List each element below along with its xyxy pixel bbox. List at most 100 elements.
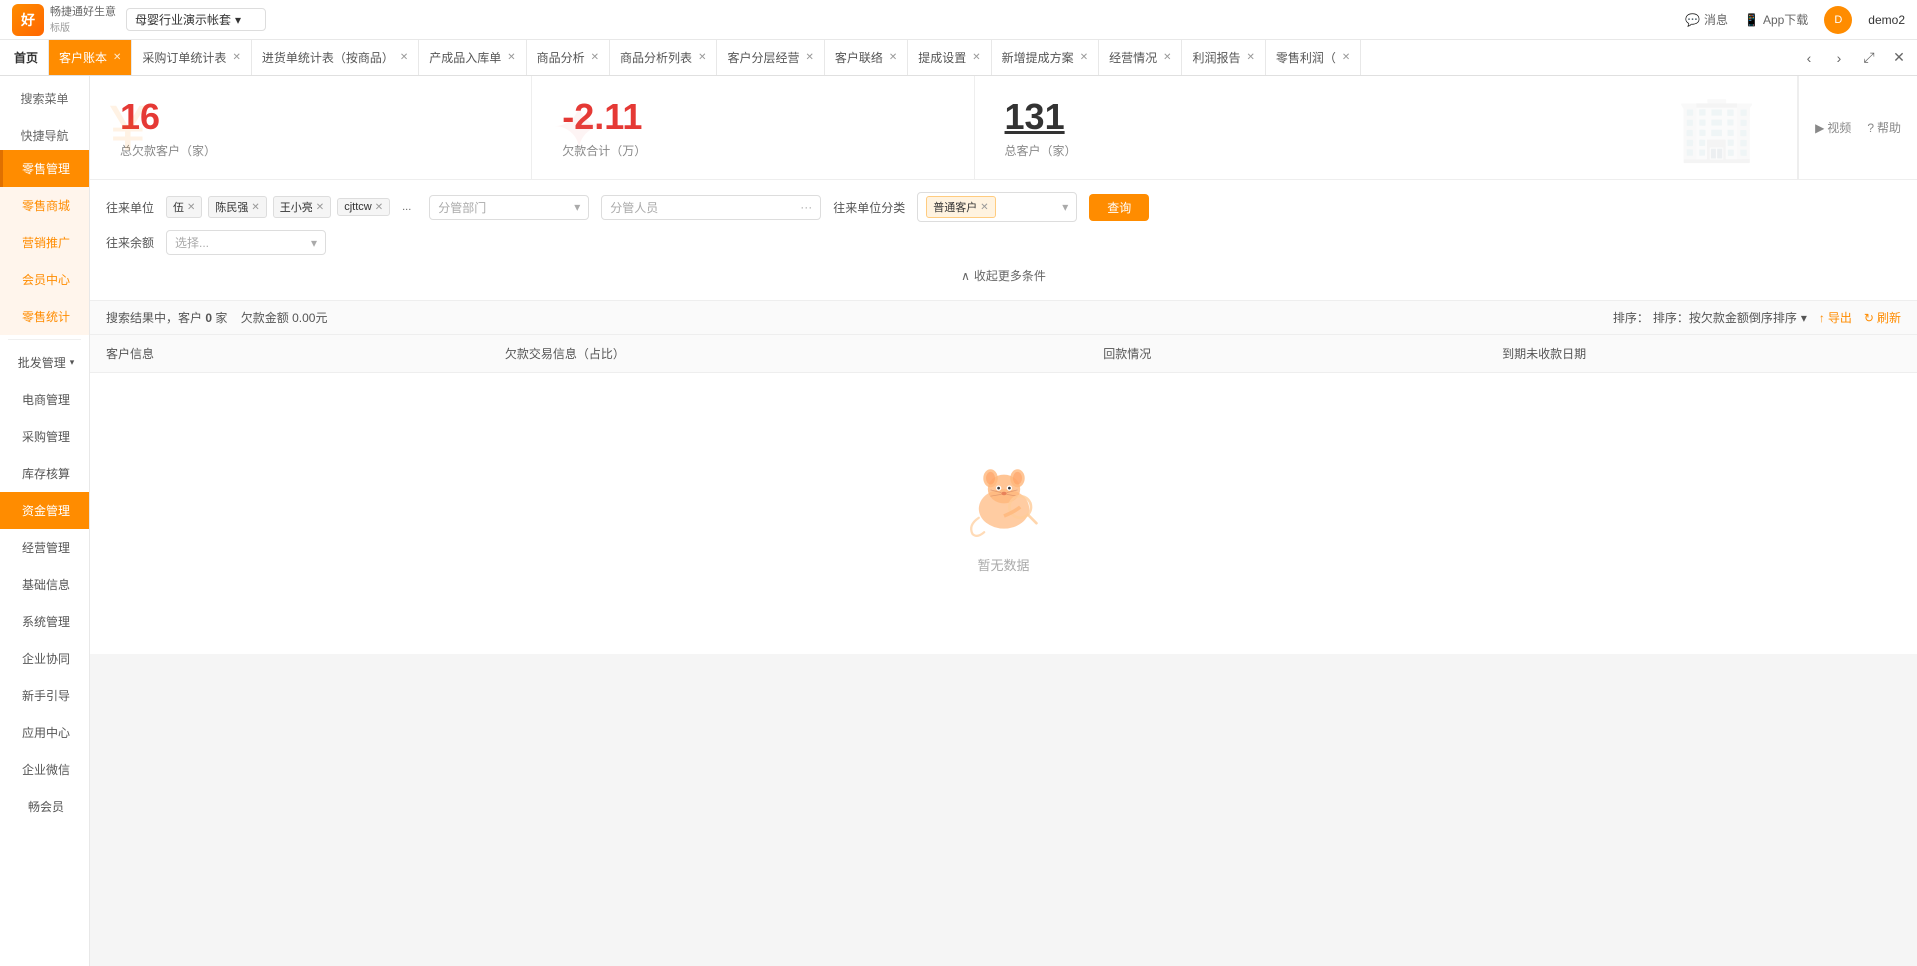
tab-purchase-order[interactable]: 采购订单统计表 ✕	[132, 40, 251, 76]
tab-customer-contact[interactable]: 客户联络 ✕	[825, 40, 908, 76]
tab-customer-contact-label: 客户联络	[835, 49, 883, 66]
app-download-btn[interactable]: 📱 App下载	[1744, 11, 1808, 28]
dept-select[interactable]: 分管部门 ▾	[429, 195, 589, 220]
tab-customer-account[interactable]: 客户账本 ✕	[49, 40, 132, 76]
video-btn[interactable]: ▶ 视频	[1815, 119, 1851, 136]
tab-instock-stats[interactable]: 进货单统计表（按商品） ✕	[252, 40, 419, 76]
tab-goods-analysis-list[interactable]: 商品分析列表 ✕	[610, 40, 717, 76]
tag-close-icon[interactable]: ✕	[316, 202, 324, 213]
close-icon[interactable]: ✕	[1080, 52, 1088, 63]
tab-business-status[interactable]: 经营情况 ✕	[1099, 40, 1182, 76]
close-icon[interactable]: ✕	[507, 52, 515, 63]
tag-close-icon[interactable]: ✕	[375, 202, 383, 213]
tab-goods-analysis[interactable]: 商品分析 ✕	[527, 40, 610, 76]
sidebar-item-member[interactable]: 畅会员	[0, 788, 89, 825]
close-icon[interactable]: ✕	[805, 52, 813, 63]
filter-row-1: 往来单位 伍 ✕ 陈民强 ✕ 王小亮	[106, 192, 1901, 222]
sidebar-item-retail-management[interactable]: 零售管理	[0, 150, 89, 187]
tab-promotion-settings[interactable]: 提成设置 ✕	[908, 40, 991, 76]
sidebar-item-enterprise-wechat[interactable]: 企业微信	[0, 751, 89, 788]
col-header-customer: 客户信息	[106, 345, 505, 362]
filter-tag-wu: 伍 ✕	[166, 196, 202, 218]
avatar-text: D	[1834, 14, 1842, 26]
tab-new-promo[interactable]: 新增提成方案 ✕	[992, 40, 1099, 76]
tag-close-icon[interactable]: ✕	[187, 202, 195, 213]
balance-select[interactable]: 选择... ▾	[166, 230, 326, 255]
chevron-down-icon: ▾	[70, 357, 75, 368]
close-icon[interactable]: ✕	[232, 52, 240, 63]
balance-select-placeholder: 选择...	[175, 234, 209, 251]
refresh-btn[interactable]: ↻ 刷新	[1864, 309, 1901, 326]
tabs-scroll-left[interactable]: ‹	[1795, 44, 1823, 72]
table-header: 客户信息 欠款交易信息（占比） 回款情况 到期未收款日期	[90, 335, 1917, 373]
result-bar-left: 搜索结果中，客户 0 家 欠款金额 0.00元	[106, 309, 327, 326]
sidebar-item-label: 系统管理	[22, 615, 70, 629]
tab-home[interactable]: 首页	[4, 40, 49, 76]
close-icon[interactable]: ✕	[1247, 52, 1255, 63]
tab-goods-analysis-label: 商品分析	[537, 49, 585, 66]
sidebar-item-inventory[interactable]: 库存核算	[0, 455, 89, 492]
unit-filter-label: 往来单位	[106, 199, 154, 216]
main-area: 搜索菜单 快捷导航 零售管理 零售商城 营销推广 会员中心 零售统计 批发管理 …	[0, 76, 1917, 966]
sort-select[interactable]: 排序： 排序：按欠款金额倒序排序 ▾	[1613, 309, 1807, 326]
tab-retail-profit-label: 零售利润（	[1276, 49, 1336, 66]
chevron-down-icon: ▾	[1062, 200, 1068, 214]
stat-card-debt-customers: ¥ 16 总欠款客户（家）	[90, 76, 532, 179]
sidebar-item-purchase[interactable]: 采购管理	[0, 418, 89, 455]
sidebar: 搜索菜单 快捷导航 零售管理 零售商城 营销推广 会员中心 零售统计 批发管理 …	[0, 76, 90, 966]
tabs-expand[interactable]: ⤢	[1855, 44, 1883, 72]
sidebar-item-wholesale[interactable]: 批发管理 ▾	[0, 344, 89, 381]
tab-product-in[interactable]: 产成品入库单 ✕	[419, 40, 526, 76]
sidebar-item-operations[interactable]: 经营管理	[0, 529, 89, 566]
query-btn[interactable]: 查询	[1089, 194, 1149, 221]
sidebar-item-finance[interactable]: 资金管理	[0, 492, 89, 529]
tab-profit-report[interactable]: 利润报告 ✕	[1182, 40, 1265, 76]
sidebar-item-system[interactable]: 系统管理	[0, 603, 89, 640]
sidebar-item-ecommerce[interactable]: 电商管理	[0, 381, 89, 418]
total-customers-value[interactable]: 131	[1005, 96, 1768, 138]
sidebar-item-retail-stats[interactable]: 零售统计	[0, 298, 89, 335]
tab-new-promo-label: 新增提成方案	[1002, 49, 1074, 66]
tag-close-icon[interactable]: ✕	[980, 202, 988, 213]
sidebar-item-enterprise-collab[interactable]: 企业协同	[0, 640, 89, 677]
close-icon[interactable]: ✕	[698, 52, 706, 63]
export-btn[interactable]: ↑ 导出	[1819, 309, 1852, 326]
tenant-selector[interactable]: 母婴行业演示帐套 ▾	[126, 8, 266, 31]
person-select[interactable]: 分管人员 ···	[601, 195, 821, 220]
close-icon[interactable]: ✕	[1342, 52, 1350, 63]
category-select[interactable]: 普通客户 ✕ ▾	[917, 192, 1077, 222]
close-icon[interactable]: ✕	[400, 52, 408, 63]
sidebar-item-app-center[interactable]: 应用中心	[0, 714, 89, 751]
tab-goods-analysis-list-label: 商品分析列表	[620, 49, 692, 66]
close-icon[interactable]: ✕	[889, 52, 897, 63]
close-icon[interactable]: ✕	[591, 52, 599, 63]
app-sub: 标版	[50, 19, 116, 34]
tabs-close-all[interactable]: ✕	[1885, 44, 1913, 72]
logo-area: 好 畅捷通好生意 标版	[12, 4, 116, 36]
col-header-debt: 欠款交易信息（占比）	[505, 345, 1103, 362]
sidebar-item-member-center[interactable]: 会员中心	[0, 261, 89, 298]
sidebar-item-retail-mall[interactable]: 零售商城	[0, 187, 89, 224]
help-btn[interactable]: ? 帮助	[1867, 119, 1901, 136]
quick-nav-btn[interactable]: 快捷导航	[0, 121, 89, 150]
user-avatar[interactable]: D	[1824, 6, 1852, 34]
tabs-scroll-right[interactable]: ›	[1825, 44, 1853, 72]
close-icon[interactable]: ✕	[113, 52, 121, 63]
empty-state: 暂无数据	[90, 373, 1917, 654]
search-menu-btn[interactable]: 搜索菜单	[8, 84, 81, 113]
tab-customer-segment[interactable]: 客户分层经营 ✕	[717, 40, 824, 76]
close-icon[interactable]: ✕	[972, 52, 980, 63]
sidebar-item-basic-info[interactable]: 基础信息	[0, 566, 89, 603]
filter-tag-more[interactable]: ...	[396, 199, 417, 215]
collapse-btn[interactable]: ∧ 收起更多条件	[961, 267, 1046, 284]
sort-label: 排序：	[1613, 309, 1649, 326]
sidebar-item-label: 资金管理	[22, 504, 70, 518]
tab-business-status-label: 经营情况	[1109, 49, 1157, 66]
message-btn[interactable]: 💬 消息	[1685, 11, 1728, 28]
filter-collapse-row: ∧ 收起更多条件	[106, 263, 1901, 288]
sidebar-item-guide[interactable]: 新手引导	[0, 677, 89, 714]
sidebar-item-marketing[interactable]: 营销推广	[0, 224, 89, 261]
tab-retail-profit[interactable]: 零售利润（ ✕	[1266, 40, 1361, 76]
tag-close-icon[interactable]: ✕	[251, 202, 259, 213]
close-icon[interactable]: ✕	[1163, 52, 1171, 63]
